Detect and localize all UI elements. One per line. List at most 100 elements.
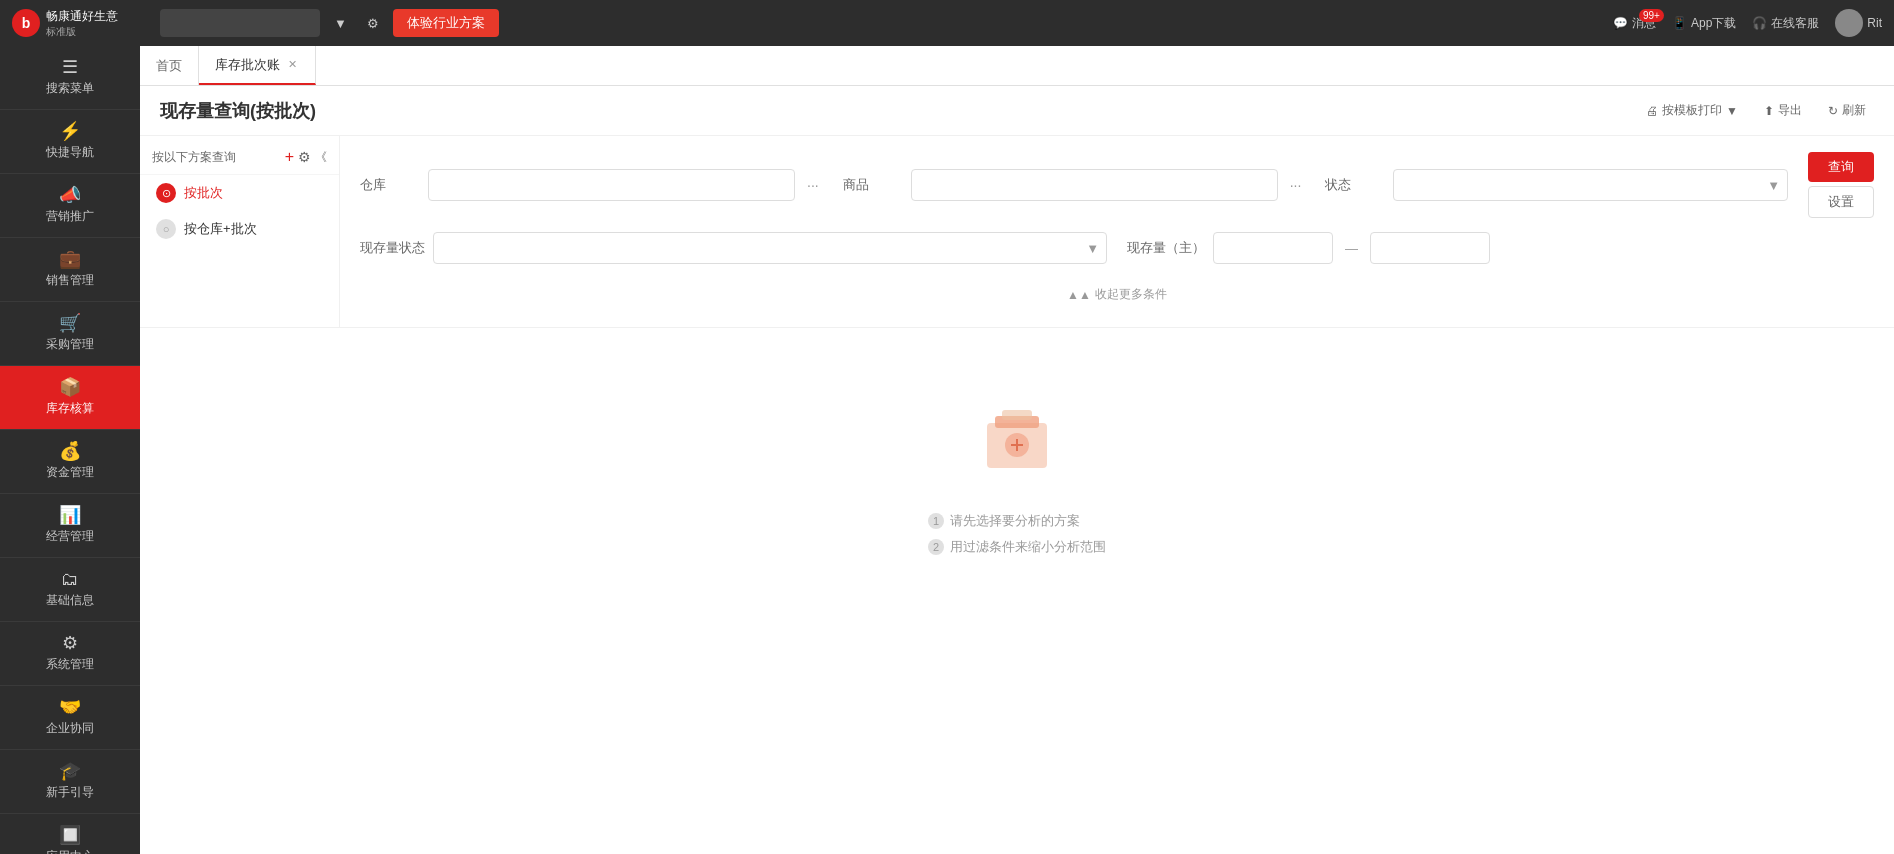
message-icon: 💬: [1613, 16, 1628, 30]
tip-num-2: 2: [928, 539, 944, 555]
collapse-sidebar-btn[interactable]: 《: [315, 149, 327, 166]
tip-text-2: 用过滤条件来缩小分析范围: [950, 534, 1106, 560]
sidebar-label-search: 搜索菜单: [46, 80, 94, 97]
collapse-btn[interactable]: ▲▲ 收起更多条件: [360, 278, 1874, 311]
goods-input[interactable]: [911, 169, 1278, 201]
status-select[interactable]: [1393, 169, 1788, 201]
sidebar-item-newbie[interactable]: 🎓 新手引导: [0, 750, 140, 814]
app-download-icon: 📱: [1672, 16, 1687, 30]
tab-home[interactable]: 首页: [140, 46, 199, 85]
svg-rect-2: [1002, 410, 1032, 420]
empty-state-tips: 1 请先选择要分析的方案 2 用过滤条件来缩小分析范围: [928, 508, 1106, 560]
warehouse-input[interactable]: [428, 169, 795, 201]
stock-amount-min-input[interactable]: [1213, 232, 1333, 264]
sidebar-icon-operation: 📊: [59, 506, 81, 524]
sidebar-item-shortcut[interactable]: ⚡ 快捷导航: [0, 110, 140, 174]
export-icon: ⬆: [1764, 104, 1774, 118]
print-btn[interactable]: 🖨 按模板打印 ▼: [1638, 98, 1746, 123]
settings-btn[interactable]: 设置: [1808, 186, 1874, 218]
warehouse-dots[interactable]: ···: [803, 177, 823, 193]
stock-status-group: 现存量状态 ▼: [360, 232, 1107, 264]
filter-row-2: 现存量状态 ▼ 现存量（主） —: [360, 232, 1874, 264]
refresh-btn[interactable]: ↻ 刷新: [1820, 98, 1874, 123]
header-search-input[interactable]: [160, 9, 320, 37]
filter-form: 仓库 ··· 商品 ··· 状态: [340, 136, 1894, 327]
add-schema-btn[interactable]: +: [285, 148, 294, 166]
action-buttons: 查询 设置: [1808, 152, 1874, 218]
sidebar-icon-purchase: 🛒: [59, 314, 81, 332]
sidebar-item-finance[interactable]: 💰 资金管理: [0, 430, 140, 494]
schema-item-warehouse-batch[interactable]: ○ 按仓库+批次: [140, 211, 339, 247]
collapse-text: 收起更多条件: [1095, 286, 1167, 303]
export-btn[interactable]: ⬆ 导出: [1756, 98, 1810, 123]
schema-settings-btn[interactable]: ⚙: [298, 149, 311, 165]
page-actions: 🖨 按模板打印 ▼ ⬆ 导出 ↻ 刷新: [1638, 98, 1874, 123]
online-support-label: 在线客服: [1771, 15, 1819, 32]
status-select-wrapper: ▼: [1393, 169, 1788, 201]
edition-label: 标准版: [46, 25, 118, 39]
filter-sidebar-header: 按以下方案查询 + ⚙ 《: [140, 148, 339, 175]
tip-item-2: 2 用过滤条件来缩小分析范围: [928, 534, 1106, 560]
stock-status-select-wrapper: ▼: [433, 232, 1107, 264]
sidebar-item-purchase[interactable]: 🛒 采购管理: [0, 302, 140, 366]
app-download-btn[interactable]: 📱 App下载: [1672, 15, 1736, 32]
main-layout: ☰ 搜索菜单 ⚡ 快捷导航 📣 营销推广 💼 销售管理 🛒 采购管理 📦 库存核…: [0, 46, 1894, 854]
tab-home-label: 首页: [156, 57, 182, 75]
empty-state-icon: [967, 388, 1067, 488]
sidebar-icon-collab: 🤝: [59, 698, 81, 716]
sidebar-item-system[interactable]: ⚙ 系统管理: [0, 622, 140, 686]
content-area: 首页 库存批次账 ✕ 现存量查询(按批次) 🖨 按模板打印 ▼ ⬆: [140, 46, 1894, 854]
sidebar-label-shortcut: 快捷导航: [46, 144, 94, 161]
app-download-label: App下载: [1691, 15, 1736, 32]
refresh-icon: ↻: [1828, 104, 1838, 118]
page-title: 现存量查询(按批次): [160, 99, 316, 123]
warehouse-label: 仓库: [360, 176, 420, 194]
sidebar-item-operation[interactable]: 📊 经营管理: [0, 494, 140, 558]
sidebar-item-inventory[interactable]: 📦 库存核算: [0, 366, 140, 430]
sidebar-icon-finance: 💰: [59, 442, 81, 460]
tab-inventory-batch[interactable]: 库存批次账 ✕: [199, 46, 316, 85]
tab-bar: 首页 库存批次账 ✕: [140, 46, 1894, 86]
goods-dots[interactable]: ···: [1286, 177, 1306, 193]
query-btn[interactable]: 查询: [1808, 152, 1874, 182]
sidebar-label-sales: 销售管理: [46, 272, 94, 289]
status-label: 状态: [1325, 176, 1385, 194]
sidebar: ☰ 搜索菜单 ⚡ 快捷导航 📣 营销推广 💼 销售管理 🛒 采购管理 📦 库存核…: [0, 46, 140, 854]
page-content: 现存量查询(按批次) 🖨 按模板打印 ▼ ⬆ 导出 ↻ 刷新: [140, 86, 1894, 854]
user-area[interactable]: Rit: [1835, 9, 1882, 37]
header-dropdown-btn[interactable]: ▼: [328, 12, 353, 35]
online-support-btn[interactable]: 🎧 在线客服: [1752, 15, 1819, 32]
empty-state: 1 请先选择要分析的方案 2 用过滤条件来缩小分析范围: [140, 328, 1894, 620]
schema-icon-warehouse-batch: ○: [156, 219, 176, 239]
tip-item-1: 1 请先选择要分析的方案: [928, 508, 1106, 534]
top-header: b 畅康通好生意 标准版 ▼ ⚙ 体验行业方案 💬 消息 99+ 📱 App下载…: [0, 0, 1894, 46]
sidebar-item-basic[interactable]: 🗂 基础信息: [0, 558, 140, 622]
export-label: 导出: [1778, 102, 1802, 119]
trial-btn[interactable]: 体验行业方案: [393, 9, 499, 37]
sidebar-item-collab[interactable]: 🤝 企业协同: [0, 686, 140, 750]
sidebar-label-finance: 资金管理: [46, 464, 94, 481]
sidebar-item-marketing[interactable]: 📣 营销推广: [0, 174, 140, 238]
sidebar-icon-newbie: 🎓: [59, 762, 81, 780]
stock-status-select[interactable]: [433, 232, 1107, 264]
print-icon: 🖨: [1646, 104, 1658, 118]
message-badge: 99+: [1639, 9, 1664, 22]
sidebar-icon-shortcut: ⚡: [59, 122, 81, 140]
sidebar-item-appstore[interactable]: 🔲 应用中心: [0, 814, 140, 854]
stock-amount-max-input[interactable]: [1370, 232, 1490, 264]
user-avatar: [1835, 9, 1863, 37]
header-right: 💬 消息 99+ 📱 App下载 🎧 在线客服 Rit: [1613, 9, 1882, 37]
sidebar-item-sales[interactable]: 💼 销售管理: [0, 238, 140, 302]
sidebar-label-marketing: 营销推广: [46, 208, 94, 225]
tab-close-btn[interactable]: ✕: [286, 56, 299, 73]
schema-item-batch[interactable]: ⊙ 按批次: [140, 175, 339, 211]
page-header: 现存量查询(按批次) 🖨 按模板打印 ▼ ⬆ 导出 ↻ 刷新: [140, 86, 1894, 136]
stock-status-label: 现存量状态: [360, 239, 425, 257]
sidebar-label-basic: 基础信息: [46, 592, 94, 609]
message-btn[interactable]: 💬 消息 99+: [1613, 15, 1656, 32]
header-settings-btn[interactable]: ⚙: [361, 12, 385, 35]
filter-sidebar-title: 按以下方案查询: [152, 149, 236, 166]
header-search-area: ▼ ⚙ 体验行业方案: [160, 9, 1605, 37]
goods-label: 商品: [843, 176, 903, 194]
sidebar-item-search[interactable]: ☰ 搜索菜单: [0, 46, 140, 110]
